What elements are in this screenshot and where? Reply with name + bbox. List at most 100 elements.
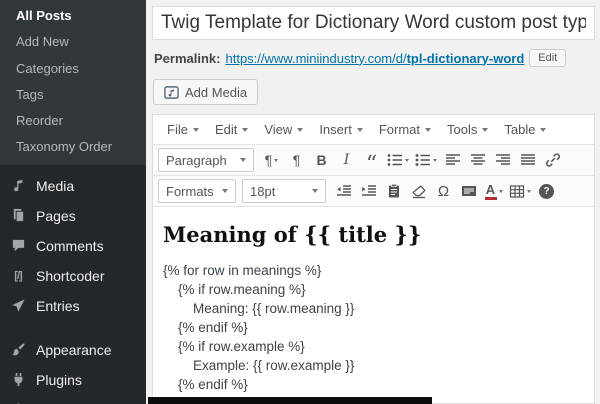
sidebar-item-taxonomy-order[interactable]: Taxonomy Order	[0, 134, 146, 160]
omega-icon: Ω	[437, 182, 450, 200]
sidebar-item-tags[interactable]: Tags	[0, 82, 146, 108]
help-button[interactable]: ?	[535, 179, 558, 203]
bold-icon: B	[316, 152, 327, 168]
menu-file[interactable]: File	[159, 118, 207, 141]
menu-label: File	[167, 122, 188, 137]
text-color-button[interactable]: A	[482, 179, 505, 203]
chevron-down-icon	[527, 189, 531, 193]
sidebar-item-media[interactable]: Media	[0, 171, 146, 201]
bold-button[interactable]: B	[310, 148, 333, 172]
link-icon	[545, 152, 561, 168]
chevron-down-icon	[498, 189, 503, 193]
sidebar-item-appearance[interactable]: Appearance	[0, 335, 146, 365]
bullet-list-button[interactable]	[385, 148, 411, 172]
chevron-down-icon	[222, 189, 228, 193]
font-size-select[interactable]: 18pt	[242, 179, 326, 203]
italic-button[interactable]: I	[335, 148, 358, 172]
menu-label: Insert	[319, 122, 352, 137]
clipboard-icon	[386, 183, 402, 199]
menu-separator	[0, 321, 146, 335]
sidebar-item-pages[interactable]: Pages	[0, 201, 146, 231]
sidebar-item-plugins[interactable]: Plugins	[0, 365, 146, 395]
table-button[interactable]	[507, 179, 533, 203]
add-media-button[interactable]: Add Media	[153, 79, 259, 105]
paste-button[interactable]	[382, 179, 405, 203]
sidebar-item-shortcoder[interactable]: [/] Shortcoder	[0, 261, 146, 291]
sidebar-item-reorder[interactable]: Reorder	[0, 108, 146, 134]
editor-menubar: File Edit View Insert Format Tools Table	[153, 115, 594, 145]
chevron-down-icon	[274, 158, 279, 162]
indent-button[interactable]	[357, 179, 380, 203]
shortcoder-icon: [/]	[14, 269, 22, 282]
content-line: {% endif %}	[163, 320, 248, 335]
media-buttons-row: Add Media	[153, 79, 600, 105]
clear-formatting-button[interactable]	[407, 179, 430, 203]
read-more-button[interactable]	[457, 179, 480, 203]
content-line: {% if row.example %}	[163, 339, 305, 354]
link-button[interactable]	[541, 148, 564, 172]
menu-table[interactable]: Table	[496, 118, 554, 141]
align-left-button[interactable]	[441, 148, 464, 172]
paragraph-mark-button[interactable]: ¶	[285, 148, 308, 172]
insert-paragraph-button[interactable]: ¶	[260, 148, 283, 172]
twig-code-block: {% for row in meanings %} {% if row.mean…	[163, 261, 584, 403]
block-format-select[interactable]: Paragraph	[158, 148, 254, 172]
sidebar-item-all-posts[interactable]: All Posts	[0, 3, 146, 29]
menu-tools[interactable]: Tools	[439, 118, 496, 141]
chevron-down-icon	[405, 158, 409, 162]
permalink-url-base: https://www.miniindustry.com/d/	[225, 50, 407, 66]
content-line: {% for row in meanings %}	[163, 263, 322, 278]
justify-button[interactable]	[516, 148, 539, 172]
menu-label: Format	[378, 122, 420, 137]
align-center-icon	[470, 153, 486, 167]
menu-insert[interactable]: Insert	[311, 118, 371, 141]
sidebar-item-label: Appearance	[36, 341, 112, 358]
numbered-list-icon	[415, 153, 431, 167]
editor-content-body[interactable]: Meaning of {{ title }} {% for row in mea…	[153, 207, 594, 403]
sidebar-item-categories[interactable]: Categories	[0, 56, 146, 82]
entries-icon	[9, 298, 27, 314]
eraser-icon	[411, 184, 427, 199]
bullet-list-icon	[387, 153, 403, 167]
sidebar-item-add-new[interactable]: Add New	[0, 29, 146, 55]
chevron-down-icon	[425, 127, 431, 132]
sidebar-item-users[interactable]: Users	[0, 395, 146, 404]
menu-format[interactable]: Format	[371, 118, 439, 141]
italic-icon: I	[343, 152, 350, 168]
sidebar-item-label: Pages	[36, 207, 76, 224]
post-edit-screen: Permalink: https://www.miniindustry.com/…	[146, 0, 600, 404]
formats-select[interactable]: Formats	[158, 179, 236, 203]
formats-value: Formats	[166, 183, 214, 199]
sidebar-item-comments[interactable]: Comments	[0, 231, 146, 261]
permalink-edit-button[interactable]: Edit	[529, 49, 567, 67]
content-line: Example: {{ row.example }}	[163, 358, 355, 373]
bottom-dark-bar	[148, 397, 432, 404]
admin-sidebar: All Posts Add New Categories Tags Reorde…	[0, 0, 146, 404]
menu-label: Tools	[447, 122, 478, 137]
font-size-value: 18pt	[250, 183, 276, 199]
sidebar-item-entries[interactable]: Entries	[0, 291, 146, 321]
permalink-link[interactable]: https://www.miniindustry.com/d/tpl-dicti…	[225, 51, 524, 66]
chevron-down-icon	[433, 158, 437, 162]
media-icon	[9, 178, 27, 194]
menu-label: Edit	[214, 122, 238, 137]
editor-toolbar-2: Formats 18pt Ω A ?	[153, 176, 594, 207]
menu-view[interactable]: View	[256, 118, 311, 141]
align-center-button[interactable]	[466, 148, 489, 172]
outdent-button[interactable]	[332, 179, 355, 203]
numbered-list-button[interactable]	[413, 148, 439, 172]
permalink-label: Permalink:	[154, 50, 221, 66]
posts-submenu: All Posts Add New Categories Tags Reorde…	[0, 0, 146, 165]
menu-edit[interactable]: Edit	[207, 118, 256, 141]
align-left-icon	[445, 153, 461, 167]
add-media-label: Add Media	[185, 84, 248, 100]
chevron-down-icon	[356, 127, 363, 132]
plugins-icon	[9, 372, 27, 388]
content-line: {% endif %}	[163, 377, 248, 392]
table-icon	[509, 184, 525, 199]
post-title-input[interactable]	[152, 6, 595, 40]
special-character-button[interactable]: Ω	[432, 179, 455, 203]
chevron-down-icon	[540, 127, 547, 132]
align-right-button[interactable]	[491, 148, 514, 172]
blockquote-button[interactable]: “	[360, 148, 383, 175]
